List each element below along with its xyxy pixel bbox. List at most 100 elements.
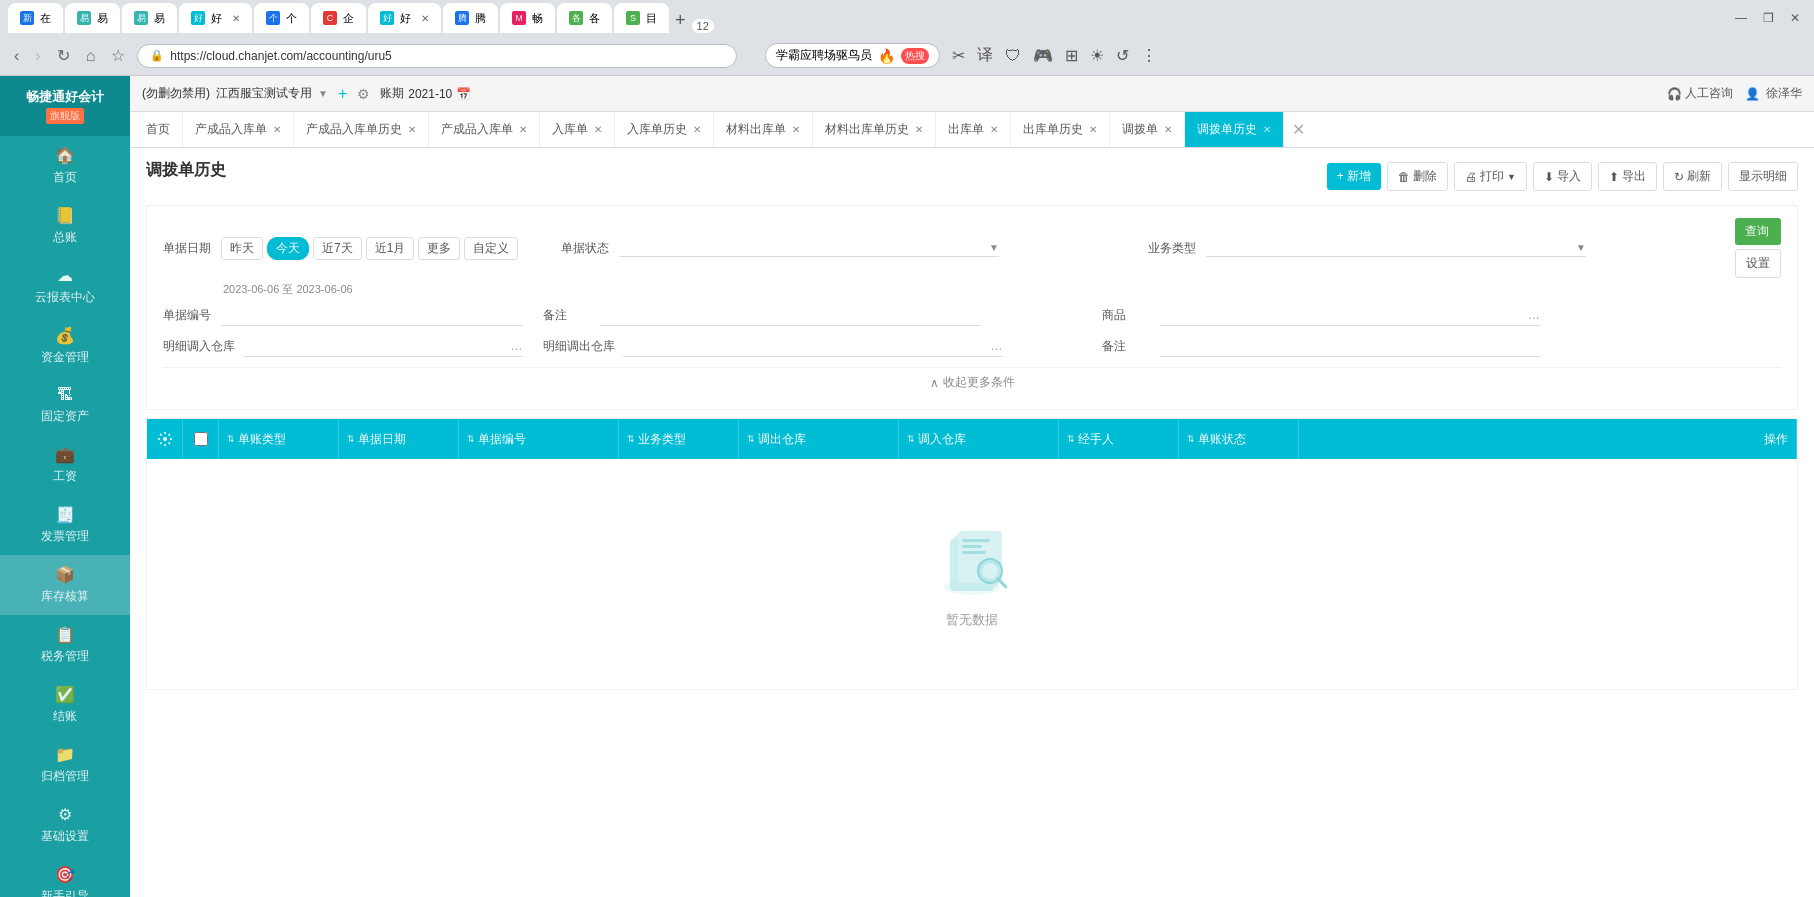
sidebar-item-fund[interactable]: 💰 资金管理 <box>0 316 130 376</box>
app-tab-finished-in[interactable]: 产成品入库单 ✕ <box>183 112 294 148</box>
app-tab-close-finished-in-hist[interactable]: ✕ <box>408 124 416 135</box>
sidebar-item-invoice[interactable]: 🧾 发票管理 <box>0 495 130 555</box>
app-tab-material-out-hist[interactable]: 材料出库单历史 ✕ <box>813 112 936 148</box>
detail-remark-input[interactable] <box>1160 336 1540 357</box>
goods-input[interactable] <box>1160 305 1528 325</box>
goods-more-icon[interactable]: … <box>1528 308 1540 322</box>
browser-tab-5[interactable]: 个 个 <box>254 3 309 33</box>
calendar-icon[interactable]: 📅 <box>456 87 471 101</box>
browser-tab-1[interactable]: 新 在 <box>8 3 63 33</box>
add-button[interactable]: + 新增 <box>1327 163 1381 190</box>
print-button[interactable]: 🖨 打印 ▼ <box>1454 162 1527 191</box>
date-7days-btn[interactable]: 近7天 <box>313 237 362 260</box>
app-tab-close-finished-in[interactable]: ✕ <box>273 124 281 135</box>
forward-button[interactable]: › <box>31 43 44 69</box>
th-date[interactable]: ⇅ 单据日期 <box>339 419 459 459</box>
service-button[interactable]: 🎧 人工咨询 <box>1667 85 1733 102</box>
sidebar-item-payroll[interactable]: 💼 工资 <box>0 435 130 495</box>
browser-tab-11[interactable]: S 目 <box>614 3 669 33</box>
th-status[interactable]: ⇅ 单账状态 <box>1179 419 1299 459</box>
query-button[interactable]: 查询 <box>1735 218 1781 245</box>
app-tab-close-in-hist[interactable]: ✕ <box>693 124 701 135</box>
sidebar-item-fixed-assets[interactable]: 🏗 固定资产 <box>0 376 130 435</box>
sidebar-item-report[interactable]: ☁ 云报表中心 <box>0 256 130 316</box>
close-button[interactable]: ✕ <box>1784 9 1806 27</box>
search-bar[interactable]: 学霸应聘场驱鸟员 🔥 热搜 <box>765 43 940 68</box>
reload-button[interactable]: ↻ <box>53 42 74 69</box>
detail-in-wh-input[interactable] <box>243 336 511 356</box>
th-checkbox[interactable] <box>183 419 219 459</box>
business-type-select[interactable]: ▼ <box>1206 239 1586 257</box>
collapse-button[interactable]: ∧ 收起更多条件 <box>163 367 1781 397</box>
minimize-button[interactable]: — <box>1729 9 1753 27</box>
date-custom-btn[interactable]: 自定义 <box>464 237 518 260</box>
th-to-wh[interactable]: ⇅ 调入仓库 <box>899 419 1059 459</box>
detail-out-wh-more-icon[interactable]: … <box>991 339 1003 353</box>
company-selector[interactable]: (勿删勿禁用) 江西服宝测试专用 ▼ <box>142 85 328 102</box>
app-tab-finished-in-hist[interactable]: 产成品入库单历史 ✕ <box>294 112 429 148</box>
app-tab-out-hist[interactable]: 出库单历史 ✕ <box>1011 112 1110 148</box>
detail-in-wh-more-icon[interactable]: … <box>511 339 523 353</box>
sidebar-item-inventory[interactable]: 📦 库存核算 <box>0 555 130 615</box>
new-tab-button[interactable]: + <box>671 8 690 33</box>
remark-input[interactable] <box>601 305 981 326</box>
date-yesterday-btn[interactable]: 昨天 <box>221 237 263 260</box>
delete-button[interactable]: 🗑 删除 <box>1387 162 1448 191</box>
app-tab-close-material-out-hist[interactable]: ✕ <box>915 124 923 135</box>
menu-icon[interactable]: ⋮ <box>1141 46 1157 65</box>
app-tab-close-finished-in2[interactable]: ✕ <box>519 124 527 135</box>
sidebar-item-ledger[interactable]: 📒 总账 <box>0 196 130 256</box>
browser-tab-8[interactable]: 腾 腾 <box>443 3 498 33</box>
th-type[interactable]: ⇅ 单账类型 <box>219 419 339 459</box>
browser-tab-6[interactable]: C 企 <box>311 3 366 33</box>
th-business[interactable]: ⇅ 业务类型 <box>619 419 739 459</box>
th-number[interactable]: ⇅ 单据编号 <box>459 419 619 459</box>
restore-button[interactable]: ❐ <box>1757 9 1780 27</box>
app-tab-material-out[interactable]: 材料出库单 ✕ <box>714 112 813 148</box>
app-tab-close-transfer[interactable]: ✕ <box>1164 124 1172 135</box>
close-all-tabs-button[interactable]: ✕ <box>1284 120 1313 139</box>
filter-settings-button[interactable]: 设置 <box>1735 249 1781 278</box>
add-company-button[interactable]: + <box>338 85 347 103</box>
th-handler[interactable]: ⇅ 经手人 <box>1059 419 1179 459</box>
status-select[interactable]: ▼ <box>619 239 999 257</box>
app-tab-out[interactable]: 出库单 ✕ <box>936 112 1011 148</box>
sidebar-item-home[interactable]: 🏠 首页 <box>0 136 130 196</box>
app-tab-home[interactable]: 首页 <box>134 112 183 148</box>
address-bar[interactable]: 🔒 https://cloud.chanjet.com/accounting/u… <box>137 44 737 68</box>
app-tab-close-out[interactable]: ✕ <box>990 124 998 135</box>
tab-close-4[interactable]: ✕ <box>232 13 240 24</box>
app-tab-close-out-hist[interactable]: ✕ <box>1089 124 1097 135</box>
date-1month-btn[interactable]: 近1月 <box>366 237 415 260</box>
sidebar-item-tax[interactable]: 📋 税务管理 <box>0 615 130 675</box>
bookmark-button[interactable]: ☆ <box>107 42 129 69</box>
app-tab-close-in[interactable]: ✕ <box>594 124 602 135</box>
display-button[interactable]: 显示明细 <box>1728 162 1798 191</box>
date-more-btn[interactable]: 更多 <box>418 237 460 260</box>
select-all-checkbox[interactable] <box>194 432 208 446</box>
app-tab-in-hist[interactable]: 入库单历史 ✕ <box>615 112 714 148</box>
sidebar-item-guide[interactable]: 🎯 新手引导 <box>0 855 130 897</box>
sidebar-item-settings[interactable]: ⚙ 基础设置 <box>0 795 130 855</box>
user-info[interactable]: 👤 徐泽华 <box>1745 85 1802 102</box>
refresh-button[interactable]: ↻ 刷新 <box>1663 162 1722 191</box>
browser-tab-9[interactable]: M 畅 <box>500 3 555 33</box>
app-tab-finished-in2[interactable]: 产成品入库单 ✕ <box>429 112 540 148</box>
tab-close-7[interactable]: ✕ <box>421 13 429 24</box>
app-tab-close-transfer-hist[interactable]: ✕ <box>1263 124 1271 135</box>
browser-tab-2[interactable]: 易 易 <box>65 3 120 33</box>
voucher-no-input[interactable] <box>221 305 523 326</box>
browser-tab-3[interactable]: 易 易 <box>122 3 177 33</box>
browser-tab-7[interactable]: 好 好 ✕ <box>368 3 441 33</box>
browser-tab-10[interactable]: 各 各 <box>557 3 612 33</box>
app-tab-close-material-out[interactable]: ✕ <box>792 124 800 135</box>
detail-out-wh-input[interactable] <box>623 336 991 356</box>
export-button[interactable]: ⬆ 导出 <box>1598 162 1657 191</box>
import-button[interactable]: ⬇ 导入 <box>1533 162 1592 191</box>
home-button[interactable]: ⌂ <box>82 43 100 69</box>
company-settings-button[interactable]: ⚙ <box>357 86 370 102</box>
sidebar-item-close[interactable]: ✅ 结账 <box>0 675 130 735</box>
app-tab-transfer[interactable]: 调拨单 ✕ <box>1110 112 1185 148</box>
app-tab-in[interactable]: 入库单 ✕ <box>540 112 615 148</box>
th-settings[interactable] <box>147 419 183 459</box>
